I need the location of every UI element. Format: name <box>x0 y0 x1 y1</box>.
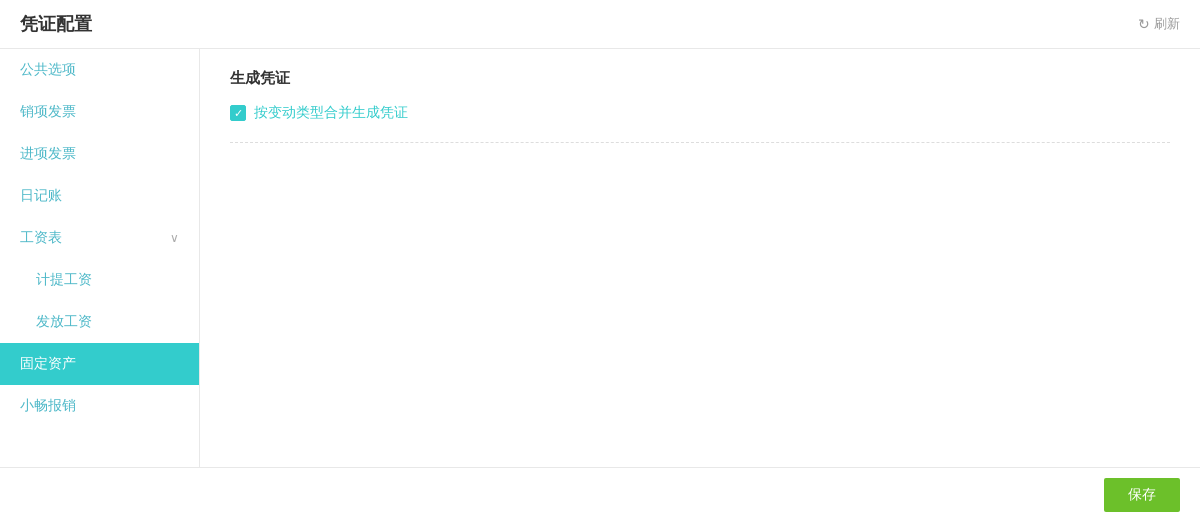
merge-checkbox[interactable]: ✓ <box>230 105 246 121</box>
checkmark-icon: ✓ <box>234 108 243 119</box>
refresh-button[interactable]: ↻ 刷新 <box>1138 15 1180 33</box>
divider <box>230 142 1170 143</box>
sidebar-item-fixed-assets[interactable]: 固定资产 <box>0 343 199 385</box>
page-header: 凭证配置 ↻ 刷新 <box>0 0 1200 49</box>
save-button[interactable]: 保存 <box>1104 478 1180 512</box>
sidebar-item-journal[interactable]: 日记账 <box>0 175 199 217</box>
sidebar-item-payroll-accrual[interactable]: 计提工资 <box>0 259 199 301</box>
sidebar-item-label: 发放工资 <box>36 313 92 331</box>
sidebar-item-label: 固定资产 <box>20 355 76 373</box>
checkbox-label: 按变动类型合并生成凭证 <box>254 104 408 122</box>
sidebar-item-label: 进项发票 <box>20 145 76 163</box>
sidebar: 公共选项销项发票进项发票日记账工资表 ∨ 计提工资发放工资固定资产小畅报销 <box>0 49 200 467</box>
footer: 保存 <box>0 467 1200 522</box>
chevron-down-icon: ∨ <box>170 231 179 245</box>
sidebar-item-purchase-invoice[interactable]: 进项发票 <box>0 133 199 175</box>
page-title: 凭证配置 <box>20 12 92 36</box>
sidebar-item-expense[interactable]: 小畅报销 <box>0 385 199 427</box>
refresh-icon: ↻ <box>1138 16 1150 32</box>
refresh-label: 刷新 <box>1154 15 1180 33</box>
sidebar-item-payroll-issue[interactable]: 发放工资 <box>0 301 199 343</box>
sidebar-item-label: 日记账 <box>20 187 62 205</box>
section-title: 生成凭证 <box>230 69 1170 88</box>
sidebar-item-label: 工资表 <box>20 229 62 247</box>
sidebar-item-label: 计提工资 <box>36 271 92 289</box>
sidebar-item-label: 销项发票 <box>20 103 76 121</box>
content-wrapper: 公共选项销项发票进项发票日记账工资表 ∨ 计提工资发放工资固定资产小畅报销 生成凭证… <box>0 49 1200 467</box>
sidebar-item-payroll[interactable]: 工资表 ∨ <box>0 217 199 259</box>
checkbox-row[interactable]: ✓ 按变动类型合并生成凭证 <box>230 104 1170 122</box>
sidebar-item-sales-invoice[interactable]: 销项发票 <box>0 91 199 133</box>
sidebar-item-label: 小畅报销 <box>20 397 76 415</box>
sidebar-item-label: 公共选项 <box>20 61 76 79</box>
sidebar-item-public-options[interactable]: 公共选项 <box>0 49 199 91</box>
main-content: 生成凭证 ✓ 按变动类型合并生成凭证 <box>200 49 1200 467</box>
